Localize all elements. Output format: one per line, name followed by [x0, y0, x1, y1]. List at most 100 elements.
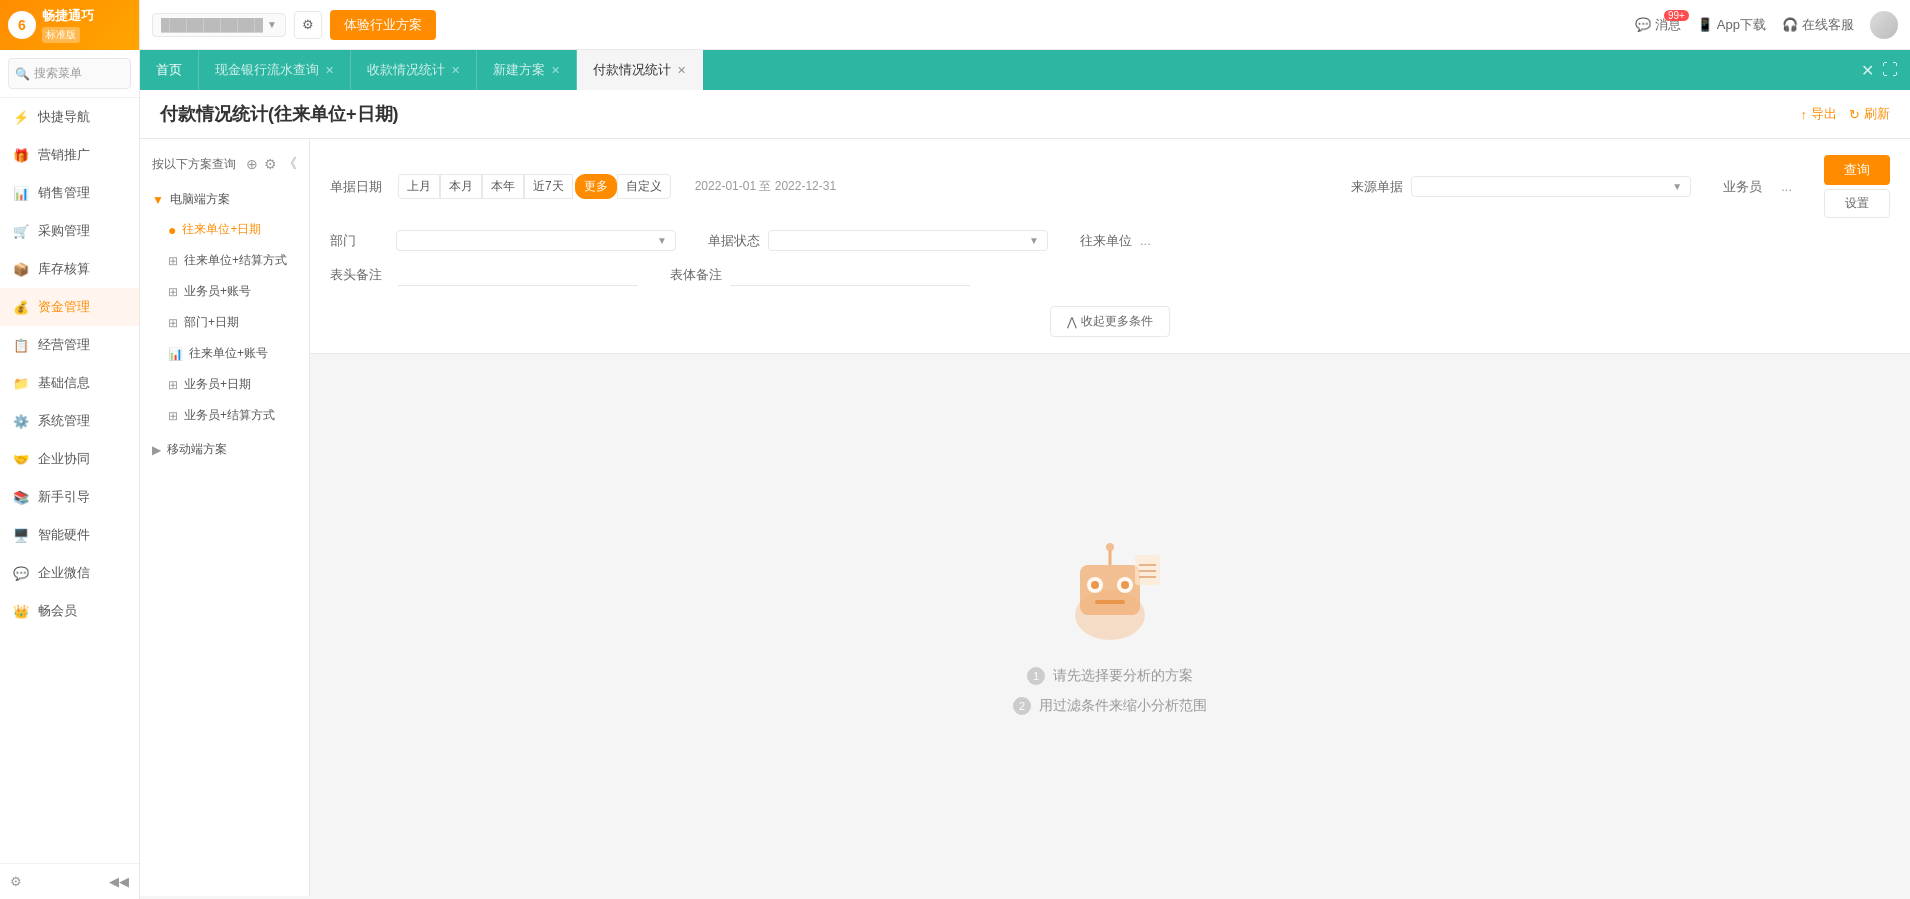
- app-download-button[interactable]: 📱 App下载: [1697, 16, 1766, 34]
- desktop-group-header[interactable]: ▼ 电脑端方案: [140, 185, 309, 214]
- tabbar: 首页 现金银行流水查询 ✕ 收款情况统计 ✕ 新建方案 ✕ 付款情况统计 ✕ ✕…: [140, 50, 1910, 90]
- empty-hint-2: 2 用过滤条件来缩小分析范围: [1013, 697, 1207, 715]
- body-note-input[interactable]: [730, 263, 970, 286]
- tab-receipts[interactable]: 收款情况统计 ✕: [351, 50, 477, 90]
- tab-cashflow[interactable]: 现金银行流水查询 ✕: [199, 50, 351, 90]
- export-button[interactable]: ↑ 导出: [1801, 105, 1838, 123]
- empty-hint-1: 1 请先选择要分析的方案: [1027, 667, 1193, 685]
- newguide-icon: 📚: [12, 488, 30, 506]
- topbar-settings-button[interactable]: ⚙: [294, 11, 322, 39]
- refresh-button[interactable]: ↻ 刷新: [1849, 105, 1890, 123]
- dept-chevron-icon: ▼: [657, 235, 667, 246]
- scheme-item-partner-settle[interactable]: ⊞ 往来单位+结算方式: [140, 245, 309, 276]
- filter-settings-button[interactable]: 设置: [1824, 189, 1890, 218]
- scheme-settings-button[interactable]: ⚙: [264, 156, 277, 172]
- source-chevron-icon: ▼: [1672, 181, 1682, 192]
- online-service-button[interactable]: 🎧 在线客服: [1782, 16, 1854, 34]
- sidebar-item-purchase[interactable]: 🛒 采购管理: [0, 212, 139, 250]
- empty-state: 1 请先选择要分析的方案 2 用过滤条件来缩小分析范围: [310, 354, 1910, 896]
- last-month-btn[interactable]: 上月: [398, 174, 440, 199]
- sidebar-item-system[interactable]: ⚙️ 系统管理: [0, 402, 139, 440]
- scheme-item-partner-account[interactable]: 📊 往来单位+账号: [140, 338, 309, 369]
- sidebar-item-quicknav[interactable]: ⚡ 快捷导航: [0, 98, 139, 136]
- this-month-btn[interactable]: 本月: [440, 174, 482, 199]
- table-scheme-icon5: ⊞: [168, 409, 178, 423]
- desktop-scheme-group: ▼ 电脑端方案 ● 往来单位+日期 ⊞ 往来单位+结算方式 ⊞ 业务员+账号: [140, 185, 309, 431]
- collapse-area: ⋀ 收起更多条件: [330, 298, 1890, 337]
- scheme-item-dept-date[interactable]: ⊞ 部门+日期: [140, 307, 309, 338]
- settings-footer-icon[interactable]: ⚙: [10, 874, 22, 889]
- account-chevron-icon: ▼: [267, 19, 277, 30]
- header-note-input[interactable]: [398, 263, 638, 286]
- page-header: 付款情况统计(往来单位+日期) ↑ 导出 ↻ 刷新: [140, 90, 1910, 139]
- sidebar-item-member[interactable]: 👑 畅会员: [0, 592, 139, 630]
- tab-home[interactable]: 首页: [140, 50, 199, 90]
- last7days-btn[interactable]: 近7天: [524, 174, 573, 199]
- search-menu-button[interactable]: 🔍 搜索菜单: [8, 58, 131, 89]
- sidebar-item-enterprise[interactable]: 🤝 企业协同: [0, 440, 139, 478]
- docstatus-chevron-icon: ▼: [1029, 235, 1039, 246]
- refresh-icon: ↻: [1849, 107, 1860, 122]
- sidebar-item-sales[interactable]: 📊 销售管理: [0, 174, 139, 212]
- member-icon: 👑: [12, 602, 30, 620]
- scheme-item-salesman-settle[interactable]: ⊞ 业务员+结算方式: [140, 400, 309, 431]
- partner-ellipsis[interactable]: ...: [1140, 233, 1151, 248]
- mobile-group-header[interactable]: ▶ 移动端方案: [140, 435, 309, 464]
- scheme-item-salesman-date[interactable]: ⊞ 业务员+日期: [140, 369, 309, 400]
- main-area: ████████████ ▼ ⚙ 体验行业方案 💬 消息 99+ 📱 App下载…: [140, 0, 1910, 899]
- custom-date-btn[interactable]: 自定义: [617, 174, 671, 199]
- sidebar-item-capital[interactable]: 💰 资金管理: [0, 288, 139, 326]
- sidebar-item-operation[interactable]: 📋 经营管理: [0, 326, 139, 364]
- date-range-display: 2022-01-01 至 2022-12-31: [695, 178, 836, 195]
- more-btn[interactable]: 更多: [575, 174, 617, 199]
- source-filter-label: 来源单据: [1351, 178, 1403, 196]
- download-icon: 📱: [1697, 17, 1713, 32]
- filter-row-3: 表头备注 表体备注: [330, 263, 1890, 286]
- user-avatar[interactable]: [1870, 11, 1898, 39]
- add-scheme-button[interactable]: ⊕: [246, 156, 258, 172]
- sidebar-nav: ⚡ 快捷导航 🎁 营销推广 📊 销售管理 🛒 采购管理 📦 库存核算 💰 资金管…: [0, 98, 139, 863]
- sidebar-item-inventory[interactable]: 📦 库存核算: [0, 250, 139, 288]
- svg-rect-9: [1135, 555, 1160, 585]
- notification-button[interactable]: 💬 消息 99+: [1635, 16, 1681, 34]
- collapse-filter-button[interactable]: ⋀ 收起更多条件: [1050, 306, 1170, 337]
- tab-close-receipts[interactable]: ✕: [451, 64, 460, 77]
- salesman-ellipsis[interactable]: ...: [1781, 179, 1792, 194]
- this-year-btn[interactable]: 本年: [482, 174, 524, 199]
- date-options: 上月 本月 本年 近7天 更多 自定义: [398, 174, 671, 199]
- salesman-filter-label: 业务员: [1723, 178, 1773, 196]
- dept-select[interactable]: ▼: [396, 230, 676, 251]
- tab-close-cashflow[interactable]: ✕: [325, 64, 334, 77]
- sidebar-item-basic[interactable]: 📁 基础信息: [0, 364, 139, 402]
- tab-newscheme[interactable]: 新建方案 ✕: [477, 50, 577, 90]
- svg-point-5: [1121, 581, 1129, 589]
- sidebar-item-newguide[interactable]: 📚 新手引导: [0, 478, 139, 516]
- source-select[interactable]: ▼: [1411, 176, 1691, 197]
- tab-close-newscheme[interactable]: ✕: [551, 64, 560, 77]
- close-all-tabs-button[interactable]: ✕: [1861, 61, 1874, 80]
- table-scheme-icon3: ⊞: [168, 316, 178, 330]
- table-scheme-icon: ⊞: [168, 254, 178, 268]
- maximize-button[interactable]: ⛶: [1882, 61, 1898, 79]
- scheme-item-partner-date[interactable]: ● 往来单位+日期: [140, 214, 309, 245]
- scheme-item-salesman-account[interactable]: ⊞ 业务员+账号: [140, 276, 309, 307]
- collapse-sidebar-icon[interactable]: ◀◀: [109, 874, 129, 889]
- partner-filter-label: 往来单位: [1080, 232, 1132, 250]
- docstatus-select[interactable]: ▼: [768, 230, 1048, 251]
- tab-payments[interactable]: 付款情况统计 ✕: [577, 50, 703, 90]
- group-arrow-icon: ▼: [152, 193, 164, 207]
- query-button[interactable]: 查询: [1824, 155, 1890, 185]
- sidebar-item-hardware[interactable]: 🖥️ 智能硬件: [0, 516, 139, 554]
- sidebar-item-wechat[interactable]: 💬 企业微信: [0, 554, 139, 592]
- sidebar-footer: ⚙ ◀◀: [0, 863, 139, 899]
- collapse-scheme-button[interactable]: 《: [283, 155, 297, 173]
- chart-scheme-icon: 📊: [168, 347, 183, 361]
- operation-icon: 📋: [12, 336, 30, 354]
- account-selector[interactable]: ████████████ ▼: [152, 13, 286, 37]
- trial-button[interactable]: 体验行业方案: [330, 10, 436, 40]
- svg-point-8: [1106, 543, 1114, 551]
- sidebar-item-marketing[interactable]: 🎁 营销推广: [0, 136, 139, 174]
- tab-close-payments[interactable]: ✕: [677, 64, 686, 77]
- wechat-icon: 💬: [12, 564, 30, 582]
- collapse-icon: ⋀: [1067, 315, 1077, 329]
